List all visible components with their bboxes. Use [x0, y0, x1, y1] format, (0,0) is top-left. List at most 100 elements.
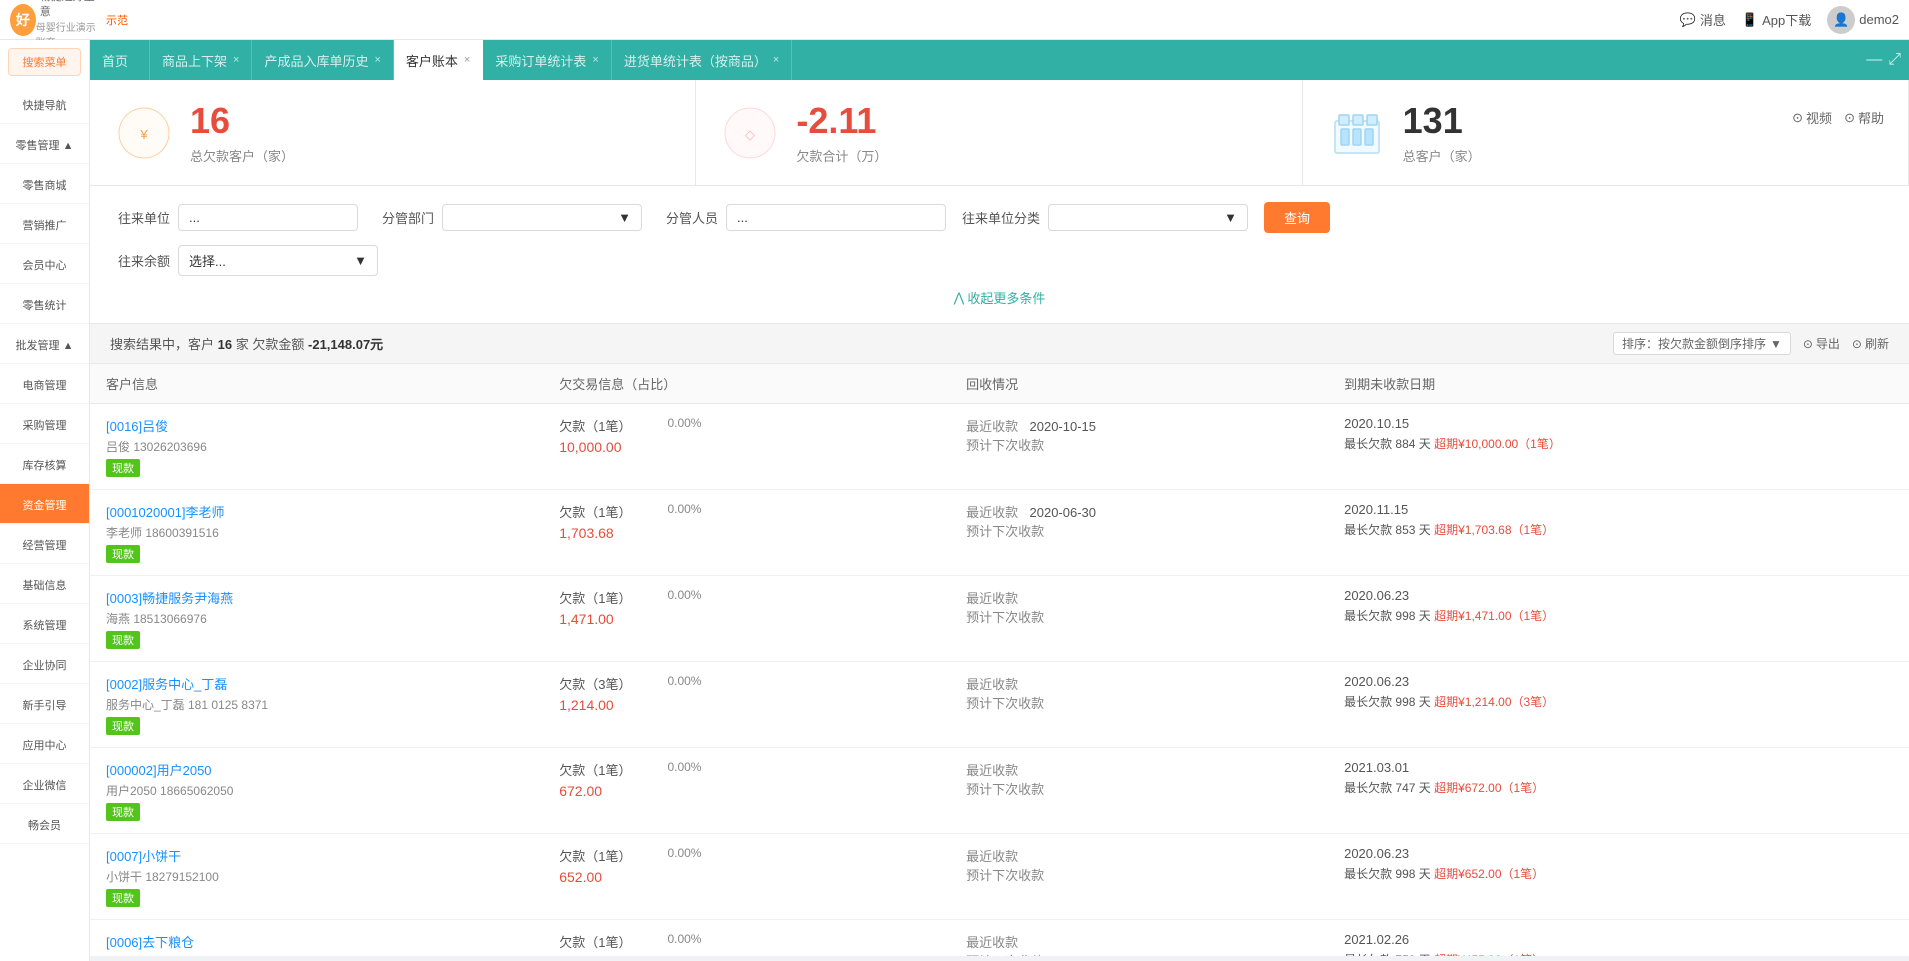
- debt-count-area-6: 欠款（1笔） 455.90: [559, 932, 631, 956]
- customer-tag-2: 现款: [106, 631, 140, 649]
- overdue-days-2: 最长欠款 998 天 超期¥1,471.00（1笔）: [1344, 607, 1893, 624]
- balance-dropdown[interactable]: 选择... ▼: [178, 245, 378, 276]
- overdue-days-6: 最长欠款 750 天 超期¥455.90（1笔）: [1344, 951, 1893, 956]
- sidebar-item-retail-mgmt[interactable]: 零售管理 ▲: [0, 124, 89, 164]
- debt-amount-1[interactable]: 1,703.68: [559, 525, 631, 541]
- tab-customer-account-close[interactable]: ×: [464, 54, 470, 66]
- manager-input[interactable]: ...: [726, 204, 946, 231]
- tab-purchase-order-label: 采购订单统计表: [495, 51, 586, 70]
- sidebar-item-basic-info[interactable]: 基础信息: [0, 564, 89, 604]
- tab-customer-account[interactable]: 客户账本 ×: [394, 40, 483, 80]
- overdue-link-2[interactable]: 超期¥1,471.00（1笔）: [1434, 609, 1554, 623]
- tab-maximize-button[interactable]: ⤢: [1888, 51, 1901, 69]
- tab-product-offshelf[interactable]: 商品上下架 ×: [150, 40, 252, 80]
- from-unit-input[interactable]: ...: [178, 204, 358, 231]
- customer-name-4[interactable]: [000002]用户2050: [106, 760, 527, 779]
- customer-name-1[interactable]: [0001020001]李老师: [106, 502, 527, 521]
- overdue-link-1[interactable]: 超期¥1,703.68（1笔）: [1434, 523, 1554, 537]
- video-action[interactable]: ⊙ 视频: [1792, 108, 1832, 127]
- tab-home[interactable]: 首页: [90, 40, 150, 80]
- sidebar-item-vip[interactable]: 畅会员: [0, 804, 89, 844]
- sidebar-item-marketing[interactable]: 营销推广: [0, 204, 89, 244]
- tab-instock-stats[interactable]: 进货单统计表（按商品） ×: [612, 40, 792, 80]
- app-container: 好 畅捷通好生意 母婴行业演示账套 示范 💬 消息 📱 App下载 👤 demo…: [0, 0, 1909, 961]
- sidebar-item-enterprise[interactable]: 企业协同: [0, 644, 89, 684]
- refresh-button[interactable]: ⊙ 刷新: [1852, 335, 1889, 352]
- sidebar-item-inventory[interactable]: 库存核算: [0, 444, 89, 484]
- user-menu[interactable]: 👤 demo2: [1827, 6, 1899, 34]
- sidebar-item-app-center[interactable]: 应用中心: [0, 724, 89, 764]
- last-collection-label-5: 最近收款: [966, 849, 1018, 864]
- overdue-link-6[interactable]: 超期¥455.90（1笔）: [1434, 953, 1544, 956]
- sidebar-item-batch-mgmt[interactable]: 批发管理 ▲: [0, 324, 89, 364]
- next-collection-info-4: 预计下次收款: [966, 779, 1312, 798]
- overdue-link-5[interactable]: 超期¥652.00（1笔）: [1434, 867, 1544, 881]
- cell-due-date-0: 2020.10.15 最长欠款 884 天 超期¥10,000.00（1笔）: [1328, 404, 1909, 490]
- tab-product-instock-close[interactable]: ×: [374, 54, 380, 66]
- sidebar-item-system[interactable]: 系统管理: [0, 604, 89, 644]
- tab-product-offshelf-close[interactable]: ×: [233, 54, 239, 66]
- overdue-link-0[interactable]: 超期¥10,000.00（1笔）: [1434, 437, 1561, 451]
- sidebar-item-finance[interactable]: 资金管理: [0, 484, 89, 524]
- debt-amount-0[interactable]: 10,000.00: [559, 439, 631, 455]
- tab-instock-stats-close[interactable]: ×: [773, 54, 779, 66]
- sidebar-item-retail-stats[interactable]: 零售统计: [0, 284, 89, 324]
- search-button[interactable]: 查询: [1264, 202, 1330, 233]
- table-row: [0002]服务中心_丁磊 服务中心_丁磊 181 0125 8371 现款 欠…: [90, 662, 1909, 748]
- sidebar-item-ecommerce[interactable]: 电商管理: [0, 364, 89, 404]
- unit-classify-dropdown[interactable]: ▼: [1048, 204, 1248, 231]
- message-button[interactable]: 💬 消息: [1680, 10, 1726, 29]
- next-collection-info-2: 预计下次收款: [966, 607, 1312, 626]
- help-action[interactable]: ⊙ 帮助: [1844, 108, 1884, 127]
- tab-home-label: 首页: [102, 51, 128, 70]
- debt-cell-6: 欠款（1笔） 455.90 0.00%: [559, 932, 934, 956]
- debt-amount-4[interactable]: 672.00: [559, 783, 631, 799]
- debt-amount-6[interactable]: 455.90: [559, 955, 631, 956]
- tab-purchase-order-close[interactable]: ×: [592, 54, 598, 66]
- sidebar-item-enterprise-wechat[interactable]: 企业微信: [0, 764, 89, 804]
- sidebar-item-retail-mall[interactable]: 零售商城: [0, 164, 89, 204]
- stat-info-owing-customers: 16 总欠款客户（家）: [190, 100, 671, 165]
- results-prefix: 搜索结果中，客户: [110, 337, 214, 352]
- sidebar-item-new-guide[interactable]: 新手引导: [0, 684, 89, 724]
- sidebar-item-operation[interactable]: 经营管理: [0, 524, 89, 564]
- overdue-link-3[interactable]: 超期¥1,214.00（3笔）: [1434, 695, 1554, 709]
- sidebar-item-quick-nav[interactable]: 快捷导航: [0, 84, 89, 124]
- cell-due-date-6: 2021.02.26 最长欠款 750 天 超期¥455.90（1笔）: [1328, 920, 1909, 957]
- debt-count-area-1: 欠款（1笔） 1,703.68: [559, 502, 631, 541]
- debt-amount-3[interactable]: 1,214.00: [559, 697, 631, 713]
- export-button[interactable]: ⊙ 导出: [1803, 335, 1840, 352]
- tab-purchase-order[interactable]: 采购订单统计表 ×: [483, 40, 611, 80]
- next-collection-info-0: 预计下次收款: [966, 435, 1312, 454]
- customer-name-6[interactable]: [0006]去下粮仓: [106, 932, 527, 951]
- debt-amount-5[interactable]: 652.00: [559, 869, 631, 885]
- last-collection-date-1: 2020-06-30: [1030, 505, 1097, 520]
- sidebar-item-member-center[interactable]: 会员中心: [0, 244, 89, 284]
- debt-count-1: 欠款（1笔）: [559, 502, 631, 521]
- overdue-link-4[interactable]: 超期¥672.00（1笔）: [1434, 781, 1544, 795]
- debt-pct-6: 0.00%: [667, 932, 701, 946]
- customer-phone-2: 海燕 18513066976: [106, 610, 527, 627]
- debt-amount-2[interactable]: 1,471.00: [559, 611, 631, 627]
- last-collection-label-1: 最近收款: [966, 505, 1018, 520]
- customer-name-0[interactable]: [0016]吕俊: [106, 416, 527, 435]
- next-collection-info-6: 预计下次收款: [966, 951, 1312, 956]
- tab-minimize-button[interactable]: —: [1866, 51, 1882, 69]
- main-layout: 搜索菜单 快捷导航 零售管理 ▲ 零售商城 营销推广 会员中心 零售统计 批发管…: [0, 40, 1909, 961]
- tab-product-instock[interactable]: 产成品入库单历史 ×: [252, 40, 393, 80]
- filter-balance: 往来余额 选择... ▼: [110, 245, 378, 276]
- app-name: 畅捷通好生意: [40, 0, 100, 19]
- collapse-button[interactable]: ⋀ 收起更多条件: [110, 288, 1889, 307]
- sort-dropdown[interactable]: 排序：按欠款金额倒序排序 ▼: [1613, 332, 1791, 355]
- customer-name-2[interactable]: [0003]畅捷服务尹海燕: [106, 588, 527, 607]
- customer-name-5[interactable]: [0007]小饼干: [106, 846, 527, 865]
- cell-customer-0: [0016]吕俊 吕俊 13026203696 现款: [90, 404, 543, 490]
- sidebar-item-purchase[interactable]: 采购管理: [0, 404, 89, 444]
- app-download-button[interactable]: 📱 App下载: [1742, 10, 1811, 29]
- overdue-days-5: 最长欠款 998 天 超期¥652.00（1笔）: [1344, 865, 1893, 882]
- search-menu-button[interactable]: 搜索菜单: [8, 48, 81, 76]
- customer-name-3[interactable]: [0002]服务中心_丁磊: [106, 674, 527, 693]
- cell-debt-1: 欠款（1笔） 1,703.68 0.00%: [543, 490, 950, 576]
- dept-dropdown[interactable]: ▼: [442, 204, 642, 231]
- table-row: [0006]去下粮仓 陈小希 现款 欠款（1笔） 455.90 0.00% 最近…: [90, 920, 1909, 957]
